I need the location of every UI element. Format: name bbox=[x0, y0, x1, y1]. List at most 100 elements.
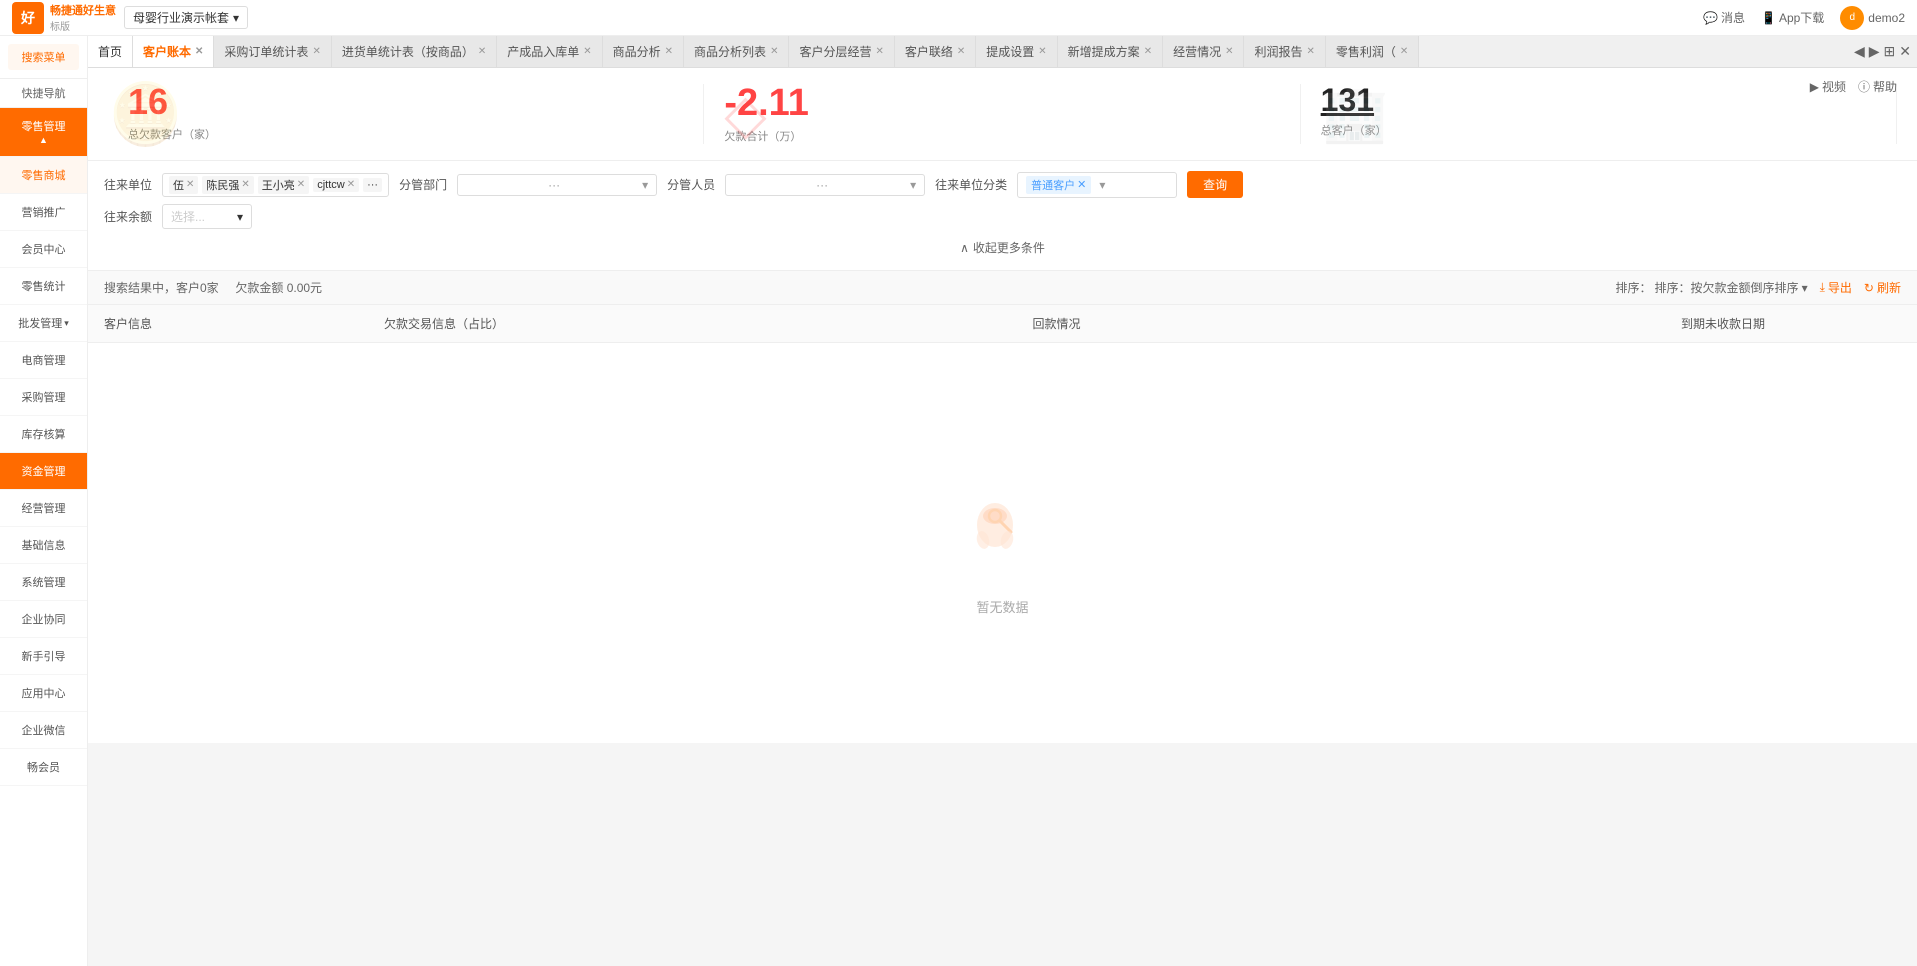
sidebar-item-sys-mgmt[interactable]: 系统管理 bbox=[0, 564, 87, 601]
tab-customer-contact[interactable]: 客户联络 ✕ bbox=[895, 36, 976, 68]
sidebar-item-finance-mgmt[interactable]: 资金管理 bbox=[0, 453, 87, 490]
sidebar-item-member-center[interactable]: 会员中心 bbox=[0, 231, 87, 268]
unit-tag-wang-close[interactable]: ✕ bbox=[297, 179, 305, 190]
header-actions: ▶ 视频 ⓘ 帮助 bbox=[1810, 78, 1897, 95]
results-bar: 搜索结果中，客户0家 欠款金额 0.00元 排序： 排序：按欠款金额倒序排序 ▾… bbox=[88, 271, 1917, 305]
avatar: d bbox=[1840, 6, 1864, 30]
unit-tag-cjttcw-close[interactable]: ✕ bbox=[347, 179, 355, 190]
sidebar-item-inventory[interactable]: 库存核算 bbox=[0, 416, 87, 453]
help-btn[interactable]: ⓘ 帮助 bbox=[1858, 78, 1897, 95]
sort-arrow: ▾ bbox=[1802, 281, 1808, 295]
sidebar-item-operations-mgmt[interactable]: 经营管理 bbox=[0, 490, 87, 527]
balance-select[interactable]: 选择... ▾ bbox=[162, 204, 252, 229]
dept-select[interactable]: ··· ▾ bbox=[457, 174, 657, 196]
query-btn[interactable]: 查询 bbox=[1187, 171, 1243, 198]
tab-close-customer-tier[interactable]: ✕ bbox=[875, 46, 883, 57]
tab-close-production-stock[interactable]: ✕ bbox=[583, 46, 591, 57]
sidebar-item-marketing[interactable]: 营销推广 bbox=[0, 194, 87, 231]
demo-selector[interactable]: 母婴行业演示帐套 ▾ bbox=[124, 6, 248, 29]
export-btn[interactable]: ⤓ 导出 bbox=[1820, 279, 1852, 296]
refresh-icon: ↻ bbox=[1864, 281, 1874, 295]
unit-tag-chen-close[interactable]: ✕ bbox=[241, 179, 249, 190]
chevron-icon: ▲ bbox=[39, 135, 48, 145]
logo-icon: 好 bbox=[12, 2, 44, 34]
tab-home[interactable]: 首页 bbox=[88, 36, 133, 68]
tab-business-situation[interactable]: 经营情况 ✕ bbox=[1163, 36, 1244, 68]
sidebar-item-vip-member[interactable]: 畅会员 bbox=[0, 749, 87, 786]
app-download-btn[interactable]: 📱 App下载 bbox=[1761, 9, 1824, 26]
tab-goods-analysis[interactable]: 商品分析 ✕ bbox=[603, 36, 684, 68]
tab-customer-tier[interactable]: 客户分层经营 ✕ bbox=[789, 36, 894, 68]
tab-new-raise-plan[interactable]: 新增提成方案 ✕ bbox=[1058, 36, 1163, 68]
message-btn[interactable]: 💬 消息 bbox=[1703, 9, 1745, 26]
sidebar-item-retail-stats[interactable]: 零售统计 bbox=[0, 268, 87, 305]
tab-purchase-order[interactable]: 采购订单统计表 ✕ bbox=[214, 36, 331, 68]
customer-tag: 普通客户 ✕ bbox=[1026, 176, 1091, 194]
tab-close-goods-analysis-list[interactable]: ✕ bbox=[770, 46, 778, 57]
unit-tag-wu-close[interactable]: ✕ bbox=[186, 179, 194, 190]
tab-close-goods-analysis[interactable]: ✕ bbox=[665, 46, 673, 57]
col-debt-info: 欠款交易信息（占比） bbox=[384, 315, 1033, 332]
balance-arrow: ▾ bbox=[237, 210, 243, 224]
person-select[interactable]: ··· ▾ bbox=[725, 174, 925, 196]
unit-type-select[interactable]: 普通客户 ✕ ▾ bbox=[1017, 172, 1177, 198]
tab-goods-analysis-list[interactable]: 商品分析列表 ✕ bbox=[684, 36, 789, 68]
sidebar-item-enterprise-wechat[interactable]: 企业微信 bbox=[0, 712, 87, 749]
sort-selector[interactable]: 排序： 排序：按欠款金额倒序排序 ▾ bbox=[1616, 279, 1808, 296]
tab-close-purchase-order[interactable]: ✕ bbox=[312, 46, 320, 57]
refresh-btn[interactable]: ↻ 刷新 bbox=[1864, 279, 1901, 296]
unit-tag-chen: 陈民强 ✕ bbox=[202, 176, 253, 194]
results-summary: 搜索结果中，客户0家 欠款金额 0.00元 bbox=[104, 279, 322, 296]
tab-close-stock-stats[interactable]: ✕ bbox=[478, 46, 486, 57]
dept-filter-label: 分管部门 bbox=[399, 176, 447, 193]
tab-raise-settings[interactable]: 提成设置 ✕ bbox=[976, 36, 1057, 68]
tab-close-profit-report[interactable]: ✕ bbox=[1307, 46, 1315, 57]
results-bar-right: 排序： 排序：按欠款金额倒序排序 ▾ ⤓ 导出 ↻ 刷新 bbox=[1616, 279, 1901, 296]
top-bar: 好 畅捷通好生意 标版 母婴行业演示帐套 ▾ 💬 消息 📱 App下载 d de… bbox=[0, 0, 1917, 36]
sidebar-item-retail-mgmt[interactable]: 零售管理 ▲ bbox=[0, 108, 87, 157]
top-bar-left: 好 畅捷通好生意 标版 母婴行业演示帐套 ▾ bbox=[12, 2, 248, 34]
tab-bar: 首页 客户账本 ✕ 采购订单统计表 ✕ 进货单统计表（按商品） ✕ 产成品入库单… bbox=[88, 36, 1917, 68]
stat-block-total-customers: 🏢 131 总客户（家） bbox=[1301, 84, 1897, 144]
tab-next-btn[interactable]: ▶ bbox=[1869, 43, 1880, 60]
tab-production-stock[interactable]: 产成品入库单 ✕ bbox=[497, 36, 602, 68]
tab-close-retail-profit[interactable]: ✕ bbox=[1400, 46, 1408, 57]
tab-profit-report[interactable]: 利润报告 ✕ bbox=[1244, 36, 1325, 68]
tab-expand-btn[interactable]: ⊞ bbox=[1884, 43, 1896, 60]
unit-type-filter-label: 往来单位分类 bbox=[935, 176, 1007, 193]
tab-close-new-raise-plan[interactable]: ✕ bbox=[1144, 46, 1152, 57]
tab-close-all-btn[interactable]: ✕ bbox=[1899, 43, 1911, 60]
tab-stock-stats[interactable]: 进货单统计表（按商品） ✕ bbox=[332, 36, 497, 68]
tab-close-business-situation[interactable]: ✕ bbox=[1225, 46, 1233, 57]
unit-type-arrow: ▾ bbox=[1099, 178, 1105, 192]
collapse-icon: ∧ bbox=[960, 241, 969, 255]
tab-close-customer-book[interactable]: ✕ bbox=[195, 46, 203, 57]
user-area[interactable]: d demo2 bbox=[1840, 6, 1905, 30]
stat-block-amount: ◇ -2.11 欠款合计（万） bbox=[704, 84, 1300, 144]
sidebar-item-new-guide[interactable]: 新手引导 bbox=[0, 638, 87, 675]
person-select-dots: ··· bbox=[816, 178, 828, 192]
sidebar-item-basic-info[interactable]: 基础信息 bbox=[0, 527, 87, 564]
customer-tag-close[interactable]: ✕ bbox=[1077, 178, 1086, 191]
unit-tag-group: 伍 ✕ 陈民强 ✕ 王小亮 ✕ cjttcw ✕ bbox=[162, 173, 389, 197]
tab-prev-btn[interactable]: ◀ bbox=[1854, 43, 1865, 60]
message-icon: 💬 bbox=[1703, 11, 1718, 25]
tab-retail-profit[interactable]: 零售利润（ ✕ bbox=[1326, 36, 1419, 68]
sidebar-item-ecommerce[interactable]: 电商管理 bbox=[0, 342, 87, 379]
sidebar-item-purchase-mgmt[interactable]: 采购管理 bbox=[0, 379, 87, 416]
page-content: 🪙 16 总欠款客户（家） ◇ -2.11 欠款合计（万） 🏢 131 总客户（… bbox=[88, 68, 1917, 966]
empty-text: 暂无数据 bbox=[976, 597, 1028, 616]
tab-close-customer-contact[interactable]: ✕ bbox=[957, 46, 965, 57]
collapse-btn[interactable]: ∧ 收起更多条件 bbox=[956, 235, 1049, 260]
tab-close-raise-settings[interactable]: ✕ bbox=[1038, 46, 1046, 57]
sidebar-item-enterprise-collab[interactable]: 企业协同 bbox=[0, 601, 87, 638]
diamond-bg-icon: ◇ bbox=[724, 82, 766, 146]
video-btn[interactable]: ▶ 视频 bbox=[1810, 78, 1846, 95]
sidebar-item-wholesale-mgmt[interactable]: 批发管理 ▾ bbox=[0, 305, 87, 342]
tab-customer-book[interactable]: 客户账本 ✕ bbox=[133, 36, 214, 68]
sidebar-item-retail-shop[interactable]: 零售商城 bbox=[0, 157, 87, 194]
more-tags-btn[interactable]: ··· bbox=[363, 178, 382, 192]
search-menu-btn[interactable]: 搜索菜单 bbox=[8, 44, 79, 70]
sidebar-item-app-center[interactable]: 应用中心 bbox=[0, 675, 87, 712]
quick-nav-btn[interactable]: 快捷导航 bbox=[0, 79, 87, 108]
